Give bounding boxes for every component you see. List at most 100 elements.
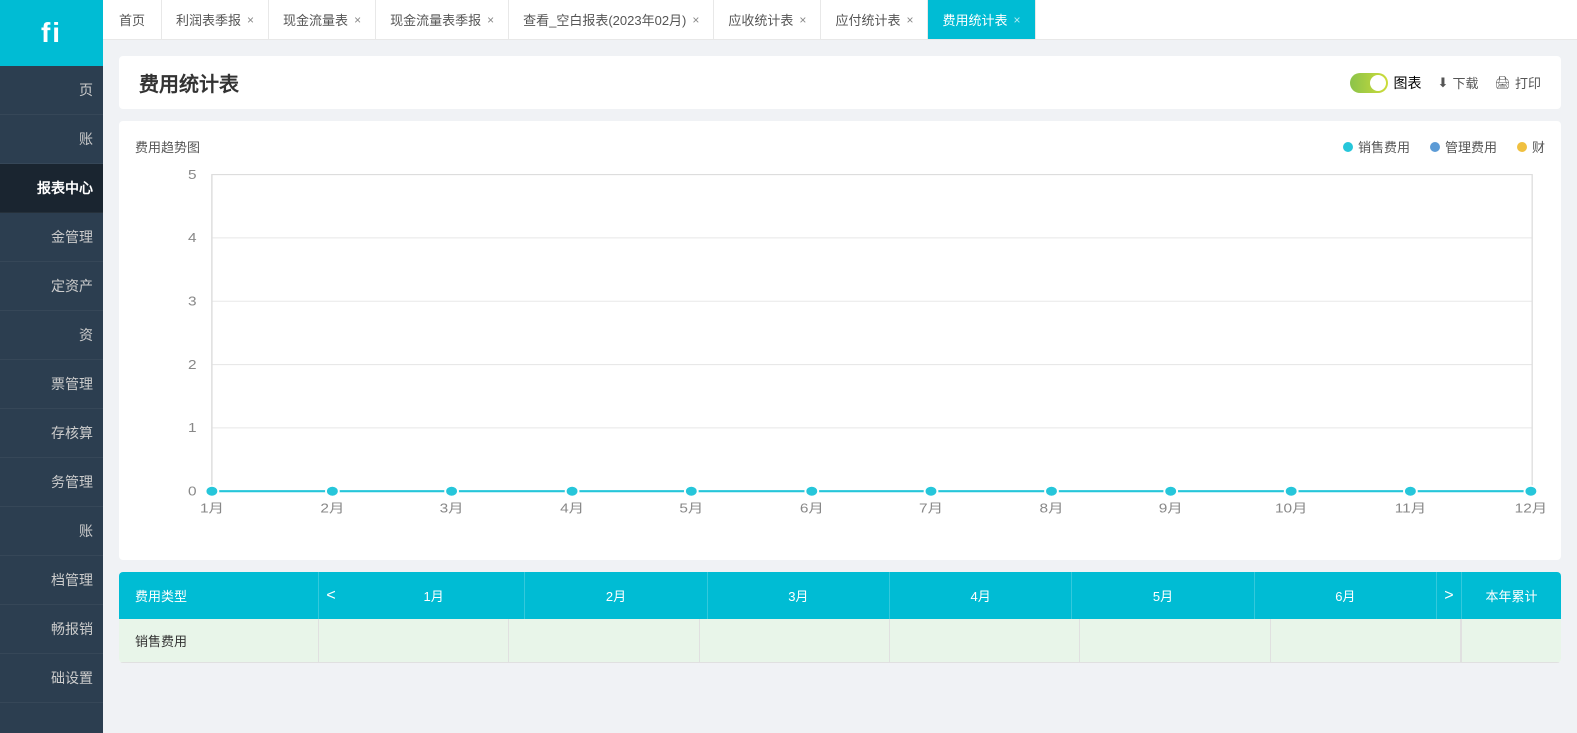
download-button[interactable]: ⬇ 下载 <box>1438 73 1479 92</box>
header-actions: 图表 ⬇ 下载 🖨 打印 <box>1350 73 1541 93</box>
th-month-3: 3月 <box>708 572 890 619</box>
th-month-1: 1月 <box>343 572 525 619</box>
tab-blank-report-close[interactable]: × <box>692 13 699 27</box>
table-section: 费用类型 < 1月 2月 3月 4月 5月 6月 > 本年累计 销售费用 <box>119 572 1561 663</box>
sidebar-item-fund[interactable]: 金管理 <box>0 213 103 262</box>
chart-svg: 5 4 3 2 1 0 <box>135 164 1545 544</box>
th-type-label: 费用类型 <box>135 586 187 605</box>
chart-toggle-label: 图表 <box>1394 73 1422 93</box>
chart-section: 费用趋势图 销售费用 管理费用 财 <box>119 121 1561 560</box>
tab-home[interactable]: 首页 <box>103 0 162 39</box>
legend-finance-dot <box>1517 142 1527 152</box>
svg-text:2: 2 <box>188 357 197 371</box>
svg-text:4: 4 <box>188 230 197 244</box>
sidebar-item-investment[interactable]: 资 <box>0 311 103 360</box>
chart-toggle-wrap: 图表 <box>1350 73 1422 93</box>
tab-cashflow-close[interactable]: × <box>354 13 361 27</box>
sidebar: fi 页 账 报表中心 金管理 定资产 资 票管理 存核算 务管理 账 档管理 … <box>0 0 103 733</box>
svg-text:3月: 3月 <box>440 501 464 515</box>
sidebar-item-account[interactable]: 账 <box>0 115 103 164</box>
sidebar-item-inventory[interactable]: 存核算 <box>0 409 103 458</box>
svg-text:10月: 10月 <box>1275 501 1307 515</box>
legend-sales-dot <box>1343 142 1353 152</box>
chart-legend: 销售费用 管理费用 财 <box>1343 137 1545 156</box>
svg-text:0: 0 <box>188 484 197 498</box>
svg-text:12月: 12月 <box>1515 501 1545 515</box>
svg-text:4月: 4月 <box>560 501 584 515</box>
print-icon: 🖨 <box>1494 75 1511 91</box>
svg-text:8月: 8月 <box>1040 501 1064 515</box>
td-m6 <box>1271 619 1461 662</box>
svg-text:9月: 9月 <box>1159 501 1183 515</box>
td-m5 <box>1080 619 1270 662</box>
th-prev-button[interactable]: < <box>319 572 343 619</box>
th-month-6: 6月 <box>1255 572 1437 619</box>
sidebar-item-service[interactable]: 务管理 <box>0 458 103 507</box>
tab-receivable-close[interactable]: × <box>799 13 806 27</box>
print-button[interactable]: 🖨 打印 <box>1494 73 1541 92</box>
legend-mgmt-label: 管理费用 <box>1445 137 1497 156</box>
legend-finance-label: 财 <box>1532 137 1545 156</box>
th-month-5: 5月 <box>1072 572 1254 619</box>
print-label: 打印 <box>1515 73 1541 92</box>
chart-toggle[interactable] <box>1350 73 1388 93</box>
th-total: 本年累计 <box>1461 572 1561 619</box>
main-area: 首页 利润表季报 × 现金流量表 × 现金流量表季报 × 查看_空白报表(202… <box>103 0 1577 733</box>
svg-text:7月: 7月 <box>919 501 943 515</box>
tab-cashflow-season-close[interactable]: × <box>487 13 494 27</box>
tab-expense-close[interactable]: × <box>1013 13 1020 27</box>
svg-text:2月: 2月 <box>320 501 344 515</box>
tab-payable-close[interactable]: × <box>906 13 913 27</box>
sidebar-item-writeoff[interactable]: 畅报销 <box>0 605 103 654</box>
td-m1 <box>319 619 509 662</box>
sidebar-item-settings[interactable]: 础设置 <box>0 654 103 703</box>
svg-text:1: 1 <box>188 420 197 434</box>
sidebar-item-fixed-assets[interactable]: 定资产 <box>0 262 103 311</box>
th-month-2: 2月 <box>525 572 707 619</box>
legend-mgmt: 管理费用 <box>1430 137 1497 156</box>
svg-text:5月: 5月 <box>679 501 703 515</box>
download-icon: ⬇ <box>1438 75 1449 91</box>
tab-bar: 首页 利润表季报 × 现金流量表 × 现金流量表季报 × 查看_空白报表(202… <box>103 0 1577 40</box>
tab-payable[interactable]: 应付统计表 × <box>821 0 928 39</box>
content-area: 费用统计表 图表 ⬇ 下载 🖨 打印 费用趋势图 <box>103 40 1577 733</box>
th-next-button[interactable]: > <box>1437 572 1461 619</box>
td-m2 <box>509 619 699 662</box>
tab-blank-report[interactable]: 查看_空白报表(2023年02月) × <box>509 0 714 39</box>
chart-title: 费用趋势图 <box>135 137 200 156</box>
tab-profit-close[interactable]: × <box>247 13 254 27</box>
svg-text:6月: 6月 <box>800 501 824 515</box>
chart-header: 费用趋势图 销售费用 管理费用 财 <box>135 137 1545 156</box>
td-m4 <box>890 619 1080 662</box>
sidebar-item-archive[interactable]: 档管理 <box>0 556 103 605</box>
td-m3 <box>700 619 890 662</box>
page-title: 费用统计表 <box>139 68 239 97</box>
page-header: 费用统计表 图表 ⬇ 下载 🖨 打印 <box>119 56 1561 109</box>
td-type: 销售费用 <box>119 619 319 662</box>
download-label: 下载 <box>1452 73 1478 92</box>
th-month-4: 4月 <box>890 572 1072 619</box>
svg-text:1月: 1月 <box>200 501 224 515</box>
svg-text:3: 3 <box>188 294 197 308</box>
chart-container: 5 4 3 2 1 0 <box>135 164 1545 544</box>
sidebar-item-ledger[interactable]: 账 <box>0 507 103 556</box>
sidebar-item-bill[interactable]: 票管理 <box>0 360 103 409</box>
svg-text:5: 5 <box>188 167 197 181</box>
svg-text:11月: 11月 <box>1395 501 1426 515</box>
sidebar-logo: fi <box>0 0 103 66</box>
td-total <box>1461 619 1561 662</box>
tab-cashflow[interactable]: 现金流量表 × <box>269 0 376 39</box>
tab-cashflow-season[interactable]: 现金流量表季报 × <box>376 0 509 39</box>
sidebar-item-report-center[interactable]: 报表中心 <box>0 164 103 213</box>
table-header-row: 费用类型 < 1月 2月 3月 4月 5月 6月 > 本年累计 <box>119 572 1561 619</box>
legend-finance: 财 <box>1517 137 1545 156</box>
tab-profit[interactable]: 利润表季报 × <box>162 0 269 39</box>
tab-expense[interactable]: 费用统计表 × <box>928 0 1035 39</box>
legend-sales-label: 销售费用 <box>1358 137 1410 156</box>
th-type: 费用类型 <box>119 572 319 619</box>
sidebar-item-home[interactable]: 页 <box>0 66 103 115</box>
table-row: 销售费用 <box>119 619 1561 663</box>
legend-sales: 销售费用 <box>1343 137 1410 156</box>
tab-receivable[interactable]: 应收统计表 × <box>714 0 821 39</box>
legend-mgmt-dot <box>1430 142 1440 152</box>
